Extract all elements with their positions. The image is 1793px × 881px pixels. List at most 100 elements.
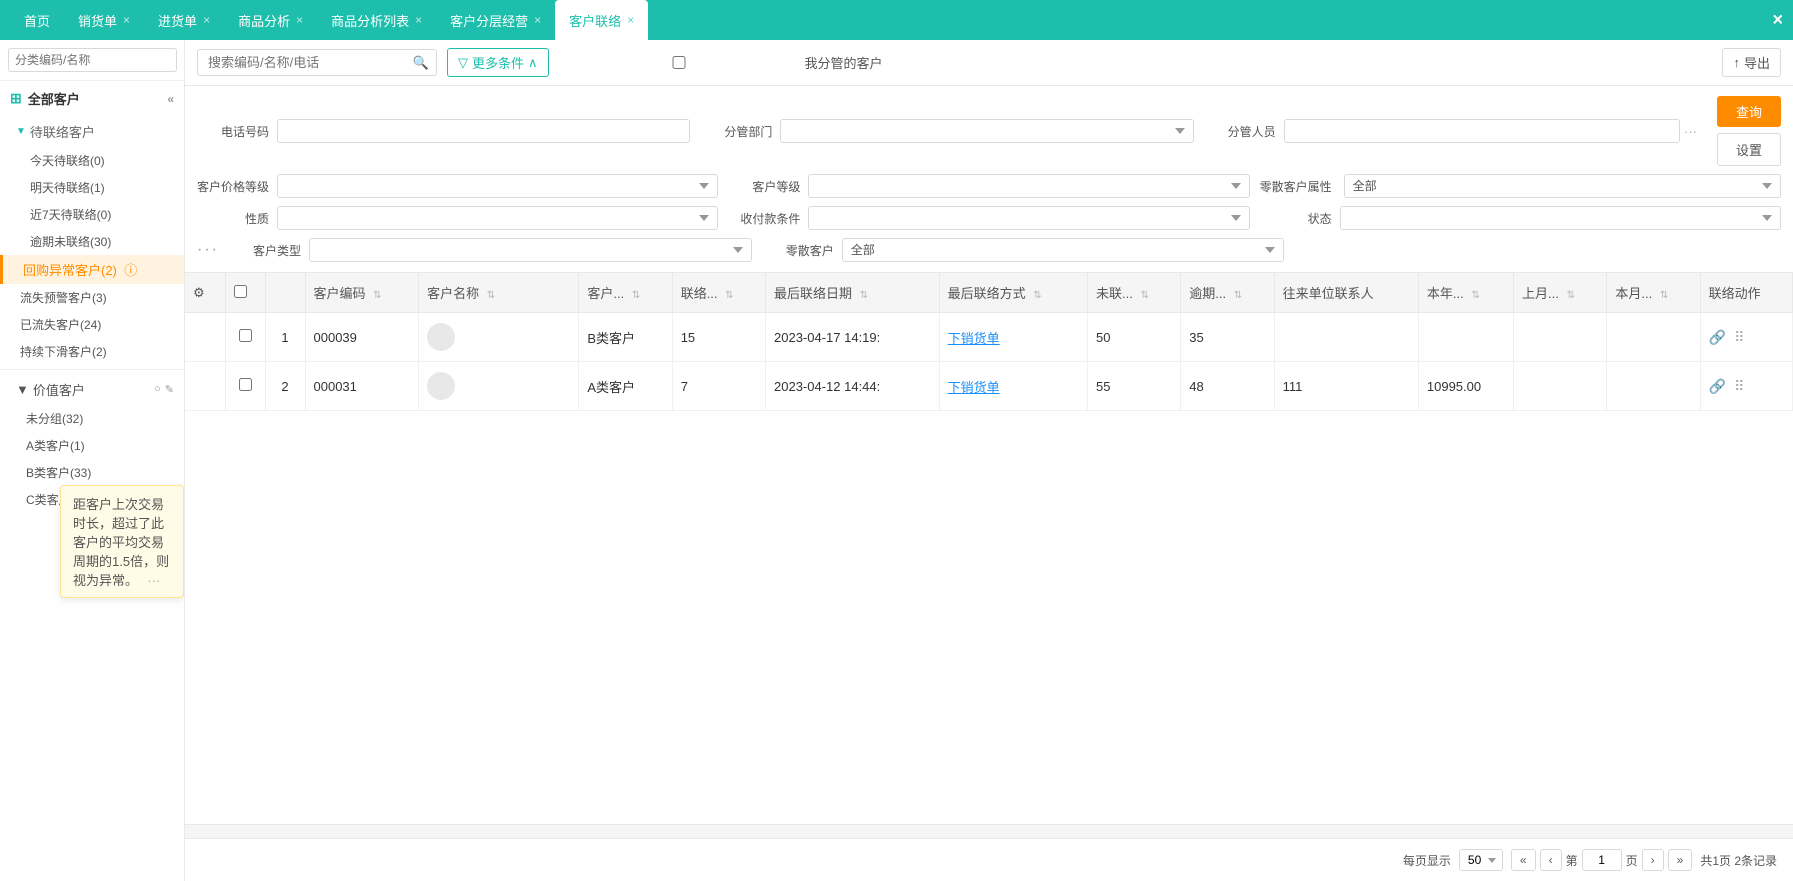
sidebar-item-overdue[interactable]: 逾期未联络(30): [10, 228, 184, 255]
row2-checkbox[interactable]: [225, 362, 265, 411]
gender-select[interactable]: [277, 206, 718, 230]
sidebar-item-abnormal[interactable]: 回购异常客户(2) ⓘ: [0, 255, 184, 284]
collapse-icon[interactable]: «: [167, 92, 174, 106]
dept-label: 分管部门: [700, 123, 780, 140]
close-sales-icon[interactable]: ×: [123, 13, 130, 27]
col-type[interactable]: 客户... ⇅: [579, 273, 672, 313]
row1-this-year: [1418, 313, 1513, 362]
status-select[interactable]: [1340, 206, 1781, 230]
col-code[interactable]: 客户编码 ⇅: [305, 273, 419, 313]
page-size-label: 每页显示: [1403, 852, 1451, 869]
close-product-analysis-icon[interactable]: ×: [296, 13, 303, 27]
pending-contact-header[interactable]: ▼ 待联络客户: [10, 116, 184, 147]
row2-link-icon[interactable]: 🔗: [1709, 378, 1726, 395]
close-customer-segmentation-icon[interactable]: ×: [534, 13, 541, 27]
query-button[interactable]: 查询: [1717, 96, 1781, 127]
row1-select-checkbox[interactable]: [239, 329, 252, 342]
sidebar-item-tomorrow[interactable]: 明天待联络(1): [10, 174, 184, 201]
circle-icon[interactable]: ○: [154, 383, 161, 396]
value-customer-header[interactable]: ▼ 价值客户 ○ ✎: [6, 374, 184, 405]
col-this-year[interactable]: 本年... ⇅: [1418, 273, 1513, 313]
sidebar-item-declining[interactable]: 持续下滑客户(2): [0, 338, 184, 365]
col-last-contact-date[interactable]: 最后联络日期 ⇅: [766, 273, 940, 313]
col-overdue[interactable]: 逾期... ⇅: [1181, 273, 1274, 313]
col-contact[interactable]: 联络... ⇅: [672, 273, 765, 313]
col-settings[interactable]: ⚙: [185, 273, 225, 313]
sidebar-item-churned[interactable]: 已流失客户(24): [0, 311, 184, 338]
col-last-month[interactable]: 上月... ⇅: [1514, 273, 1607, 313]
main-layout: 🔍 ⊞ 全部客户 « ▼ 待联络客户 今天待联络(0) 明天待联络(1) 近7天…: [0, 40, 1793, 881]
row2-uncontacted: 55: [1087, 362, 1180, 411]
dept-select[interactable]: [780, 119, 1193, 143]
price-grade-select[interactable]: [277, 174, 718, 198]
sidebar-item-class-b[interactable]: B类客户(33): [6, 459, 184, 486]
filter-row-2: 客户价格等级 客户等级 零散客户属性 全部: [197, 174, 1781, 198]
prev-page-button[interactable]: ‹: [1540, 849, 1562, 871]
sidebar-all-customers-header[interactable]: ⊞ 全部客户 «: [0, 81, 184, 116]
person-label: 分管人员: [1204, 123, 1284, 140]
nav-product-analysis[interactable]: 商品分析 ×: [224, 0, 317, 40]
my-customer-checkbox[interactable]: [559, 56, 799, 69]
row1-last-method[interactable]: 下销货单: [939, 313, 1087, 362]
next-page-button[interactable]: ›: [1642, 849, 1664, 871]
retail-customer-select[interactable]: 全部: [842, 238, 1285, 262]
retail-attr-select[interactable]: 全部: [1344, 174, 1781, 198]
person-input[interactable]: [1284, 119, 1680, 143]
more-dots[interactable]: ···: [197, 241, 219, 259]
horizontal-scrollbar[interactable]: [185, 824, 1793, 838]
sidebar-search-input[interactable]: [8, 48, 177, 72]
phone-input[interactable]: [277, 119, 690, 143]
col-name[interactable]: 客户名称 ⇅: [419, 273, 579, 313]
info-icon: ⓘ: [124, 263, 137, 278]
customer-type-select[interactable]: [309, 238, 752, 262]
col-last-contact-method[interactable]: 最后联络方式 ⇅: [939, 273, 1087, 313]
page-size-select[interactable]: 50: [1459, 849, 1503, 871]
nav-customer-segmentation[interactable]: 客户分层经营 ×: [436, 0, 555, 40]
filter-bar: 🔍 ▽ 更多条件 ∧ 我分管的客户 ↑ 导出: [185, 40, 1793, 86]
payment-select[interactable]: [808, 206, 1249, 230]
sidebar-item-unclassified[interactable]: 未分组(32): [6, 405, 184, 432]
person-more-icon[interactable]: ···: [1684, 124, 1697, 139]
sort-icon-method: ⇅: [1033, 290, 1041, 301]
nav-customer-contact[interactable]: 客户联络 ×: [555, 0, 648, 40]
close-customer-contact-icon[interactable]: ×: [627, 13, 634, 27]
edit-icon[interactable]: ✎: [165, 383, 174, 396]
nav-home[interactable]: 首页: [10, 0, 64, 40]
row1-index: 1: [265, 313, 305, 362]
row1-link-icon[interactable]: 🔗: [1709, 329, 1726, 346]
close-purchase-icon[interactable]: ×: [203, 13, 210, 27]
sidebar-item-churn-warning[interactable]: 流失预警客户(3): [0, 284, 184, 311]
row2-select-checkbox[interactable]: [239, 378, 252, 391]
window-close-button[interactable]: ×: [1772, 10, 1783, 31]
row1-name: [419, 313, 579, 362]
col-uncontacted[interactable]: 未联... ⇅: [1087, 273, 1180, 313]
sidebar-item-7days[interactable]: 近7天待联络(0): [10, 201, 184, 228]
my-customer-checkbox-area[interactable]: 我分管的客户: [559, 53, 883, 72]
customer-grade-label: 客户等级: [728, 178, 808, 195]
select-all-checkbox[interactable]: [234, 285, 247, 298]
more-conditions-button[interactable]: ▽ 更多条件 ∧: [447, 48, 549, 77]
last-page-button[interactable]: »: [1668, 849, 1693, 871]
sidebar-item-today[interactable]: 今天待联络(0): [10, 147, 184, 174]
first-page-button[interactable]: «: [1511, 849, 1536, 871]
col-this-month[interactable]: 本月... ⇅: [1607, 273, 1700, 313]
export-button[interactable]: ↑ 导出: [1722, 48, 1781, 77]
nav-purchase[interactable]: 进货单 ×: [144, 0, 224, 40]
triangle-icon: ▼: [16, 126, 26, 137]
customer-grade-select[interactable]: [808, 174, 1249, 198]
col-actions: 联络动作: [1700, 273, 1792, 313]
row2-grid-icon[interactable]: ⠿: [1734, 378, 1744, 395]
search-button-icon[interactable]: 🔍: [413, 55, 429, 71]
search-input[interactable]: [197, 49, 437, 76]
sidebar-divider: [0, 369, 184, 370]
settings-button[interactable]: 设置: [1717, 133, 1781, 166]
row2-last-method[interactable]: 下销货单: [939, 362, 1087, 411]
row2-index: 2: [265, 362, 305, 411]
row1-checkbox[interactable]: [225, 313, 265, 362]
sidebar-item-class-a[interactable]: A类客户(1): [6, 432, 184, 459]
nav-product-analysis-list[interactable]: 商品分析列表 ×: [317, 0, 436, 40]
nav-sales[interactable]: 销货单 ×: [64, 0, 144, 40]
row1-grid-icon[interactable]: ⠿: [1734, 329, 1744, 346]
close-product-analysis-list-icon[interactable]: ×: [415, 13, 422, 27]
page-number-input[interactable]: [1582, 849, 1622, 871]
